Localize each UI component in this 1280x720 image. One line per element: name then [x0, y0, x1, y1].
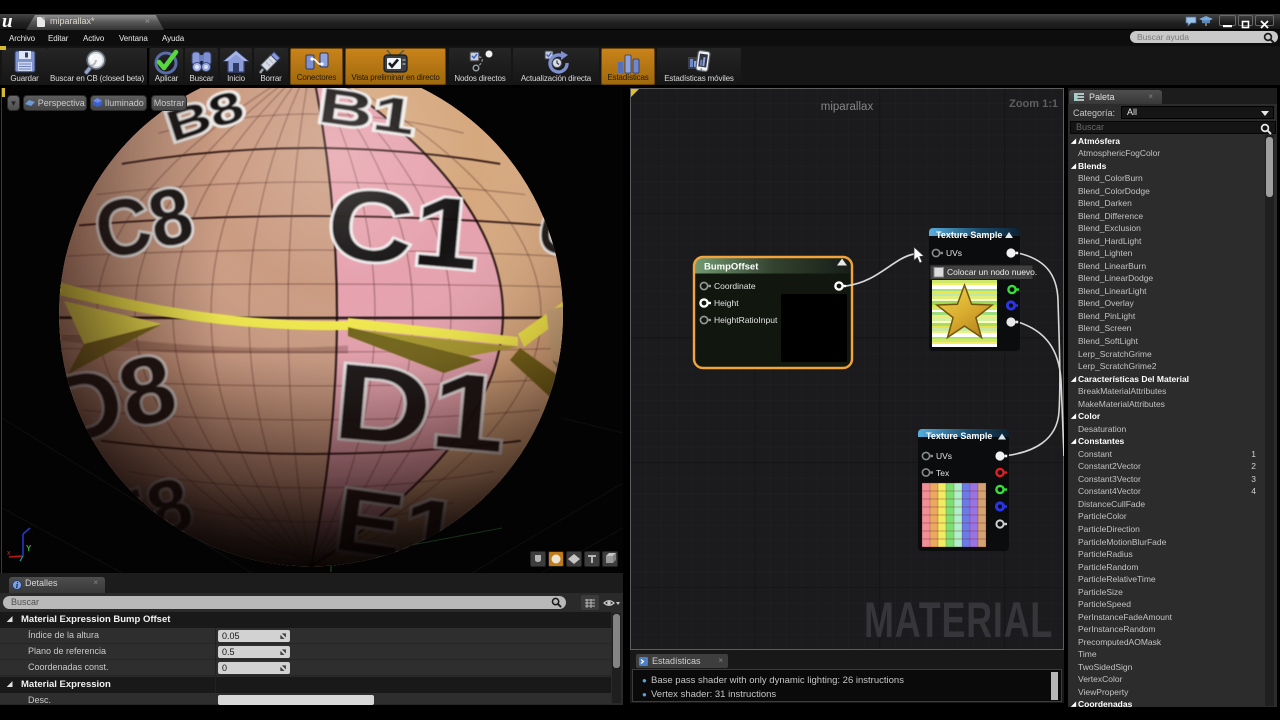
svg-text:UVs: UVs [936, 451, 952, 461]
svg-text:BumpOffset: BumpOffset [704, 262, 759, 273]
svg-text:MATERIAL: MATERIAL [864, 593, 1053, 648]
svg-text:Y: Y [26, 544, 32, 553]
svg-text:x: x [7, 550, 11, 557]
svg-text:UVs: UVs [946, 248, 962, 258]
svg-text:Texture Sample: Texture Sample [936, 230, 1002, 240]
svg-text:HeightRatioInput: HeightRatioInput [714, 315, 778, 325]
svg-text:Texture Sample: Texture Sample [926, 431, 992, 441]
svg-text:Tex: Tex [936, 468, 950, 478]
svg-text:Zoom 1:1: Zoom 1:1 [1009, 98, 1058, 110]
svg-text:Height: Height [714, 298, 739, 308]
svg-text:Coordinate: Coordinate [714, 281, 756, 291]
svg-text:miparallax: miparallax [821, 101, 874, 113]
svg-text:Colocar un nodo nuevo.: Colocar un nodo nuevo. [947, 267, 1037, 277]
